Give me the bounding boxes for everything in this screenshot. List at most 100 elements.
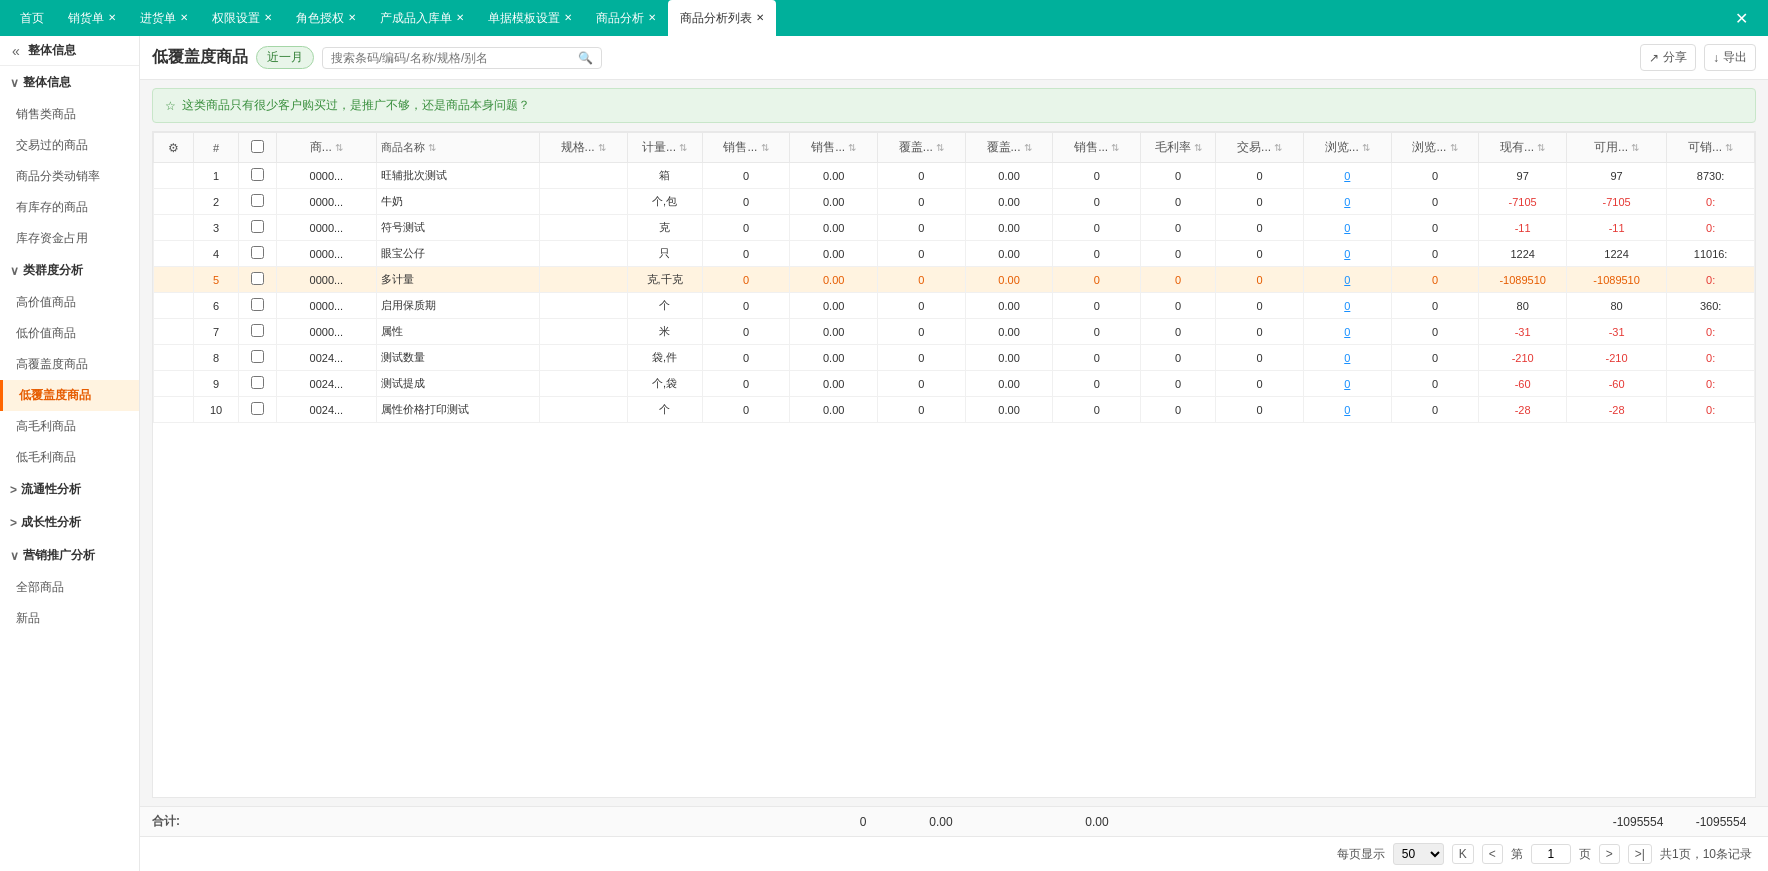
window-close-button[interactable]: ✕ <box>1723 9 1760 28</box>
sidebar-item-stocked-goods[interactable]: 有库存的商品 <box>0 192 139 223</box>
prev-page-button[interactable]: < <box>1482 844 1503 864</box>
table-cell-checkbox[interactable] <box>239 189 277 215</box>
nav-role[interactable]: 角色授权 ✕ <box>284 0 368 36</box>
column-unit[interactable]: 计量... ⇅ <box>627 133 702 163</box>
table-cell-browse1[interactable]: 0 <box>1303 293 1391 319</box>
nav-product-analysis[interactable]: 商品分析 ✕ <box>584 0 668 36</box>
sidebar-section-marketing[interactable]: ∨ 营销推广分析 <box>0 539 139 572</box>
table-cell-checkbox[interactable] <box>239 345 277 371</box>
sidebar-item-category-turnover[interactable]: 商品分类动销率 <box>0 161 139 192</box>
row-checkbox[interactable] <box>251 350 264 363</box>
sidebar-item-all-goods[interactable]: 全部商品 <box>0 572 139 603</box>
table-cell-browse1[interactable]: 0 <box>1303 189 1391 215</box>
table-cell-browse1[interactable]: 0 <box>1303 241 1391 267</box>
column-name[interactable]: 商品名称 ⇅ <box>376 133 539 163</box>
share-button[interactable]: ↗ 分享 <box>1640 44 1696 71</box>
row-checkbox[interactable] <box>251 272 264 285</box>
per-page-select[interactable]: 501020100 <box>1393 843 1444 865</box>
row-checkbox[interactable] <box>251 402 264 415</box>
nav-purchase[interactable]: 进货单 ✕ <box>128 0 200 36</box>
close-icon[interactable]: ✕ <box>648 0 656 36</box>
sidebar-item-sales-goods[interactable]: 销售类商品 <box>0 99 139 130</box>
column-code[interactable]: 商... ⇅ <box>276 133 376 163</box>
sidebar-item-stock-funds[interactable]: 库存资金占用 <box>0 223 139 254</box>
column-settings[interactable]: ⚙ <box>154 133 194 163</box>
column-current[interactable]: 现有... ⇅ <box>1479 133 1567 163</box>
next-page-button[interactable]: > <box>1599 844 1620 864</box>
table-cell-checkbox[interactable] <box>239 163 277 189</box>
last-page-button[interactable]: >| <box>1628 844 1652 864</box>
sidebar-item-new-goods[interactable]: 新品 <box>0 603 139 634</box>
search-input[interactable] <box>331 51 578 65</box>
close-icon[interactable]: ✕ <box>348 0 356 36</box>
column-saleable[interactable]: 可销... ⇅ <box>1667 133 1755 163</box>
table-cell-spec <box>539 371 627 397</box>
column-checkbox[interactable] <box>239 133 277 163</box>
sidebar-item-high-coverage[interactable]: 高覆盖度商品 <box>0 349 139 380</box>
table-cell-checkbox[interactable] <box>239 267 277 293</box>
nav-template-settings[interactable]: 单据模板设置 ✕ <box>476 0 584 36</box>
column-browse2[interactable]: 浏览... ⇅ <box>1391 133 1479 163</box>
row-checkbox[interactable] <box>251 298 264 311</box>
table-cell-browse1[interactable]: 0 <box>1303 215 1391 241</box>
close-icon[interactable]: ✕ <box>108 0 116 36</box>
first-page-button[interactable]: K <box>1452 844 1474 864</box>
column-sales-qty[interactable]: 销售... ⇅ <box>702 133 790 163</box>
nav-product-analysis-list[interactable]: 商品分析列表 ✕ <box>668 0 776 36</box>
column-sales-amt[interactable]: 销售... ⇅ <box>790 133 878 163</box>
column-sales2[interactable]: 销售... ⇅ <box>1053 133 1141 163</box>
search-box[interactable]: 🔍 <box>322 47 602 69</box>
close-icon[interactable]: ✕ <box>180 0 188 36</box>
table-cell-checkbox[interactable] <box>239 293 277 319</box>
row-checkbox[interactable] <box>251 194 264 207</box>
nav-permission[interactable]: 权限设置 ✕ <box>200 0 284 36</box>
sidebar-section-cluster[interactable]: ∨ 类群度分析 <box>0 254 139 287</box>
column-browse1[interactable]: 浏览... ⇅ <box>1303 133 1391 163</box>
close-icon[interactable]: ✕ <box>564 0 572 36</box>
row-checkbox[interactable] <box>251 324 264 337</box>
nav-home[interactable]: 首页 <box>8 0 56 36</box>
sidebar-item-high-value[interactable]: 高价值商品 <box>0 287 139 318</box>
nav-sales[interactable]: 销货单 ✕ <box>56 0 128 36</box>
table-cell-checkbox[interactable] <box>239 371 277 397</box>
row-checkbox[interactable] <box>251 220 264 233</box>
table-cell-browse1[interactable]: 0 <box>1303 163 1391 189</box>
sidebar-item-high-profit[interactable]: 高毛利商品 <box>0 411 139 442</box>
table-cell-browse1[interactable]: 0 <box>1303 267 1391 293</box>
row-checkbox[interactable] <box>251 376 264 389</box>
export-button[interactable]: ↓ 导出 <box>1704 44 1756 71</box>
column-spec[interactable]: 规格... ⇅ <box>539 133 627 163</box>
close-icon[interactable]: ✕ <box>456 0 464 36</box>
select-all-checkbox[interactable] <box>251 140 264 153</box>
sidebar-item-low-profit[interactable]: 低毛利商品 <box>0 442 139 473</box>
table-cell-checkbox[interactable] <box>239 319 277 345</box>
sidebar-collapse-toggle[interactable]: « <box>8 43 24 59</box>
table-cell-checkbox[interactable] <box>239 215 277 241</box>
table-cell-browse1[interactable]: 0 <box>1303 345 1391 371</box>
table-cell-name: 牛奶 <box>376 189 539 215</box>
table-cell-checkbox[interactable] <box>239 241 277 267</box>
table-cell-browse1[interactable]: 0 <box>1303 319 1391 345</box>
sidebar-item-low-value[interactable]: 低价值商品 <box>0 318 139 349</box>
sidebar-section-circulation[interactable]: > 流通性分析 <box>0 473 139 506</box>
column-gross-rate[interactable]: 毛利率 ⇅ <box>1141 133 1216 163</box>
sidebar-item-traded-goods[interactable]: 交易过的商品 <box>0 130 139 161</box>
row-checkbox[interactable] <box>251 168 264 181</box>
close-icon[interactable]: ✕ <box>756 0 764 36</box>
sidebar-item-low-coverage[interactable]: 低覆盖度商品 <box>0 380 139 411</box>
column-cover2[interactable]: 覆盖... ⇅ <box>965 133 1053 163</box>
table-cell-browse1[interactable]: 0 <box>1303 371 1391 397</box>
filter-recent-month-button[interactable]: 近一月 <box>256 46 314 69</box>
table-cell-checkbox[interactable] <box>239 397 277 423</box>
sidebar-section-growth[interactable]: > 成长性分析 <box>0 506 139 539</box>
close-icon[interactable]: ✕ <box>264 0 272 36</box>
table-cell-browse1[interactable]: 0 <box>1303 397 1391 423</box>
sidebar-section-general[interactable]: ∨ 整体信息 <box>0 66 139 99</box>
column-available[interactable]: 可用... ⇅ <box>1567 133 1667 163</box>
column-trade[interactable]: 交易... ⇅ <box>1216 133 1304 163</box>
nav-product-storage[interactable]: 产成品入库单 ✕ <box>368 0 476 36</box>
table-cell-current: -210 <box>1479 345 1567 371</box>
column-cover1[interactable]: 覆盖... ⇅ <box>878 133 966 163</box>
page-input[interactable] <box>1531 844 1571 864</box>
row-checkbox[interactable] <box>251 246 264 259</box>
